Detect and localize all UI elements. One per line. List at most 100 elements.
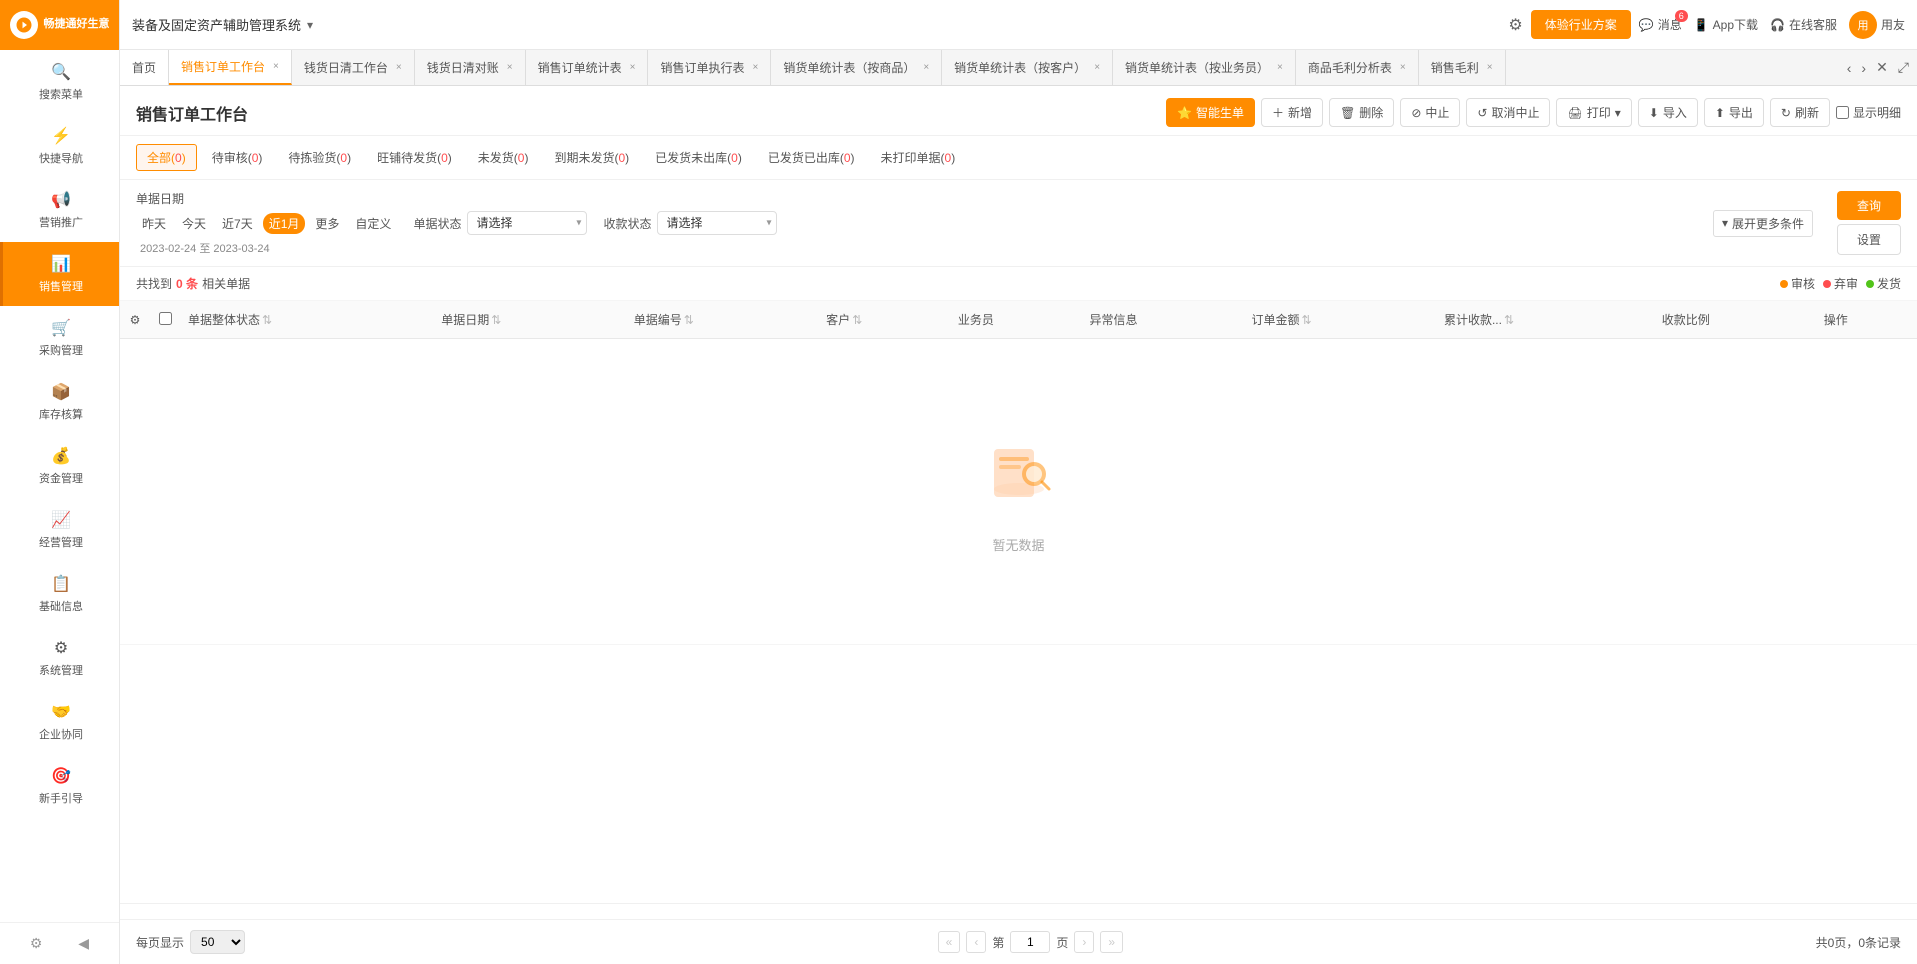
tabs-maximize-btn[interactable]: ⤢ bbox=[1894, 57, 1913, 78]
tab-sales-stat[interactable]: 销售订单统计表× bbox=[526, 50, 649, 85]
date-option-昨天[interactable]: 昨天 bbox=[136, 213, 172, 234]
th-received[interactable]: 累计收款...⇅ bbox=[1436, 301, 1654, 339]
date-option-近7天[interactable]: 近7天 bbox=[216, 213, 259, 234]
tab-gross-profit[interactable]: 商品毛利分析表× bbox=[1296, 50, 1419, 85]
tab-cash-reconcile[interactable]: 钱货日清对账× bbox=[415, 50, 526, 85]
sidebar-item-operations[interactable]: 📈经营管理 bbox=[0, 498, 119, 562]
quick-action-发货[interactable]: 发货 bbox=[1866, 275, 1901, 292]
tab-close-cash-reconcile[interactable]: × bbox=[507, 62, 513, 73]
status-select[interactable]: 请选择 bbox=[467, 211, 587, 235]
filter-tab-pending-inspect[interactable]: 待拣验货(0) bbox=[277, 144, 362, 171]
tab-close-sales-exec[interactable]: × bbox=[752, 62, 758, 73]
payment-select[interactable]: 请选择 bbox=[657, 211, 777, 235]
message-btn[interactable]: 💬 消息 6 bbox=[1639, 16, 1682, 33]
sidebar-item-quick-nav[interactable]: ⚡快捷导航 bbox=[0, 114, 119, 178]
tab-close-gross-profit[interactable]: × bbox=[1400, 62, 1406, 73]
sidebar-item-finance[interactable]: 💰资金管理 bbox=[0, 434, 119, 498]
quick-action-审核[interactable]: 审核 bbox=[1780, 275, 1815, 292]
smart-create-btn[interactable]: ⭐ 智能生单 bbox=[1166, 98, 1255, 127]
sort-icon-number[interactable]: ⇅ bbox=[684, 313, 694, 327]
sidebar-collapse-btn[interactable]: ◀ bbox=[78, 935, 89, 952]
tab-close-sales-summary-product[interactable]: × bbox=[923, 62, 929, 73]
page-input[interactable] bbox=[1010, 931, 1050, 953]
filter-tab-all[interactable]: 全部(0) bbox=[136, 144, 197, 171]
sort-icon-amount[interactable]: ⇅ bbox=[1301, 313, 1311, 327]
expand-filter-btn[interactable]: ▾ 展开更多条件 bbox=[1713, 210, 1813, 237]
tab-close-sales-summary-staff[interactable]: × bbox=[1277, 62, 1283, 73]
export-btn[interactable]: ⬆ 导出 bbox=[1704, 98, 1764, 127]
sidebar-item-system[interactable]: ⚙系统管理 bbox=[0, 626, 119, 690]
filter-set-btn[interactable]: 设置 bbox=[1837, 224, 1901, 255]
th-amount[interactable]: 订单金额⇅ bbox=[1243, 301, 1435, 339]
sort-icon-status[interactable]: ⇅ bbox=[262, 313, 272, 327]
column-settings-icon[interactable]: ⚙ bbox=[130, 313, 141, 327]
sidebar-item-marketing[interactable]: 📢营销推广 bbox=[0, 178, 119, 242]
tabs-prev-btn[interactable]: ‹ bbox=[1843, 58, 1856, 78]
tab-close-sales-workbench[interactable]: × bbox=[273, 61, 279, 72]
sidebar-item-base-info[interactable]: 📋基础信息 bbox=[0, 562, 119, 626]
stop-btn[interactable]: ⊘ 中止 bbox=[1400, 98, 1460, 127]
print-btn[interactable]: 🖨 打印 ▾ bbox=[1556, 98, 1631, 127]
filter-tab-wangpu-ship[interactable]: 旺铺待发货(0) bbox=[366, 144, 463, 171]
cancel-stop-btn[interactable]: ↺ 取消中止 bbox=[1466, 98, 1550, 127]
system-dropdown-btn[interactable]: ▾ bbox=[307, 18, 313, 32]
horizontal-scrollbar[interactable] bbox=[120, 903, 1917, 919]
last-page-btn[interactable]: » bbox=[1100, 931, 1123, 953]
quick-action-弃审[interactable]: 弃审 bbox=[1823, 275, 1858, 292]
tab-sales-summary-product[interactable]: 销货单统计表（按商品）× bbox=[771, 50, 942, 85]
filter-tab-pending-review[interactable]: 待审核(0) bbox=[201, 144, 274, 171]
page-size-select[interactable]: 102050100 bbox=[190, 930, 245, 954]
sidebar-item-sales[interactable]: 📊销售管理 bbox=[0, 242, 119, 306]
prev-page-btn[interactable]: ‹ bbox=[966, 931, 986, 953]
tab-home[interactable]: 首页 bbox=[120, 50, 169, 85]
date-option-自定义[interactable]: 自定义 bbox=[349, 213, 397, 234]
import-btn[interactable]: ⬇ 导入 bbox=[1638, 98, 1698, 127]
tab-sales-exec[interactable]: 销售订单执行表× bbox=[648, 50, 771, 85]
tab-close-sales-summary-customer[interactable]: × bbox=[1094, 62, 1100, 73]
th-status[interactable]: 单据整体状态⇅ bbox=[180, 301, 433, 339]
sidebar-item-purchase[interactable]: 🛒采购管理 bbox=[0, 306, 119, 370]
user-menu-btn[interactable]: 用 用友 bbox=[1849, 11, 1905, 39]
sort-icon-customer[interactable]: ⇅ bbox=[852, 313, 862, 327]
industry-btn[interactable]: 体验行业方案 bbox=[1531, 10, 1631, 39]
first-page-btn[interactable]: « bbox=[938, 931, 961, 953]
tab-sales-summary-customer[interactable]: 销货单统计表（按客户）× bbox=[942, 50, 1113, 85]
sidebar-settings-btn[interactable]: ⚙ bbox=[30, 935, 43, 952]
sidebar-item-inventory[interactable]: 📦库存核算 bbox=[0, 370, 119, 434]
filter-tab-shipped-out[interactable]: 已发货已出库(0) bbox=[757, 144, 866, 171]
query-btn[interactable]: 查询 bbox=[1837, 191, 1901, 220]
select-all-checkbox[interactable] bbox=[159, 312, 172, 325]
sort-icon-date[interactable]: ⇅ bbox=[491, 313, 501, 327]
tab-sales-workbench[interactable]: 销售订单工作台× bbox=[169, 50, 292, 85]
show-detail-checkbox[interactable] bbox=[1836, 106, 1849, 119]
tab-sales-summary-staff[interactable]: 销货单统计表（按业务员）× bbox=[1113, 50, 1296, 85]
tab-sales-profit[interactable]: 销售毛利× bbox=[1419, 50, 1506, 85]
sidebar-item-enterprise[interactable]: 🤝企业协同 bbox=[0, 690, 119, 754]
next-page-btn[interactable]: › bbox=[1074, 931, 1094, 953]
app-download-btn[interactable]: 📱 App下载 bbox=[1694, 16, 1758, 33]
new-btn[interactable]: ＋ 新增 bbox=[1261, 98, 1323, 127]
date-option-近1月[interactable]: 近1月 bbox=[263, 213, 306, 234]
filter-tab-shipped-not-out[interactable]: 已发货未出库(0) bbox=[644, 144, 753, 171]
th-number[interactable]: 单据编号⇅ bbox=[626, 301, 818, 339]
sidebar-item-newbie[interactable]: 🎯新手引导 bbox=[0, 754, 119, 818]
online-service-btn[interactable]: 🎧 在线客服 bbox=[1770, 16, 1837, 33]
tabs-next-btn[interactable]: › bbox=[1857, 58, 1870, 78]
date-option-更多[interactable]: 更多 bbox=[309, 213, 345, 234]
tab-close-sales-profit[interactable]: × bbox=[1487, 62, 1493, 73]
sidebar-item-search[interactable]: 🔍搜索菜单 bbox=[0, 50, 119, 114]
topbar-settings-btn[interactable]: ⚙ bbox=[1508, 15, 1522, 35]
refresh-btn[interactable]: ↻ 刷新 bbox=[1770, 98, 1830, 127]
tab-close-sales-stat[interactable]: × bbox=[630, 62, 636, 73]
th-customer[interactable]: 客户⇅ bbox=[818, 301, 950, 339]
show-detail-label[interactable]: 显示明细 bbox=[1836, 104, 1901, 121]
filter-tab-unprinted[interactable]: 未打印单据(0) bbox=[870, 144, 967, 171]
tab-cash-clear[interactable]: 钱货日清工作台× bbox=[292, 50, 415, 85]
date-option-今天[interactable]: 今天 bbox=[176, 213, 212, 234]
delete-btn[interactable]: 🗑 删除 bbox=[1329, 98, 1394, 127]
filter-tab-overdue-unshipped[interactable]: 到期未发货(0) bbox=[543, 144, 640, 171]
sort-icon-received[interactable]: ⇅ bbox=[1504, 313, 1514, 327]
th-date[interactable]: 单据日期⇅ bbox=[433, 301, 625, 339]
filter-tab-unshipped[interactable]: 未发货(0) bbox=[467, 144, 540, 171]
tab-close-cash-clear[interactable]: × bbox=[396, 62, 402, 73]
